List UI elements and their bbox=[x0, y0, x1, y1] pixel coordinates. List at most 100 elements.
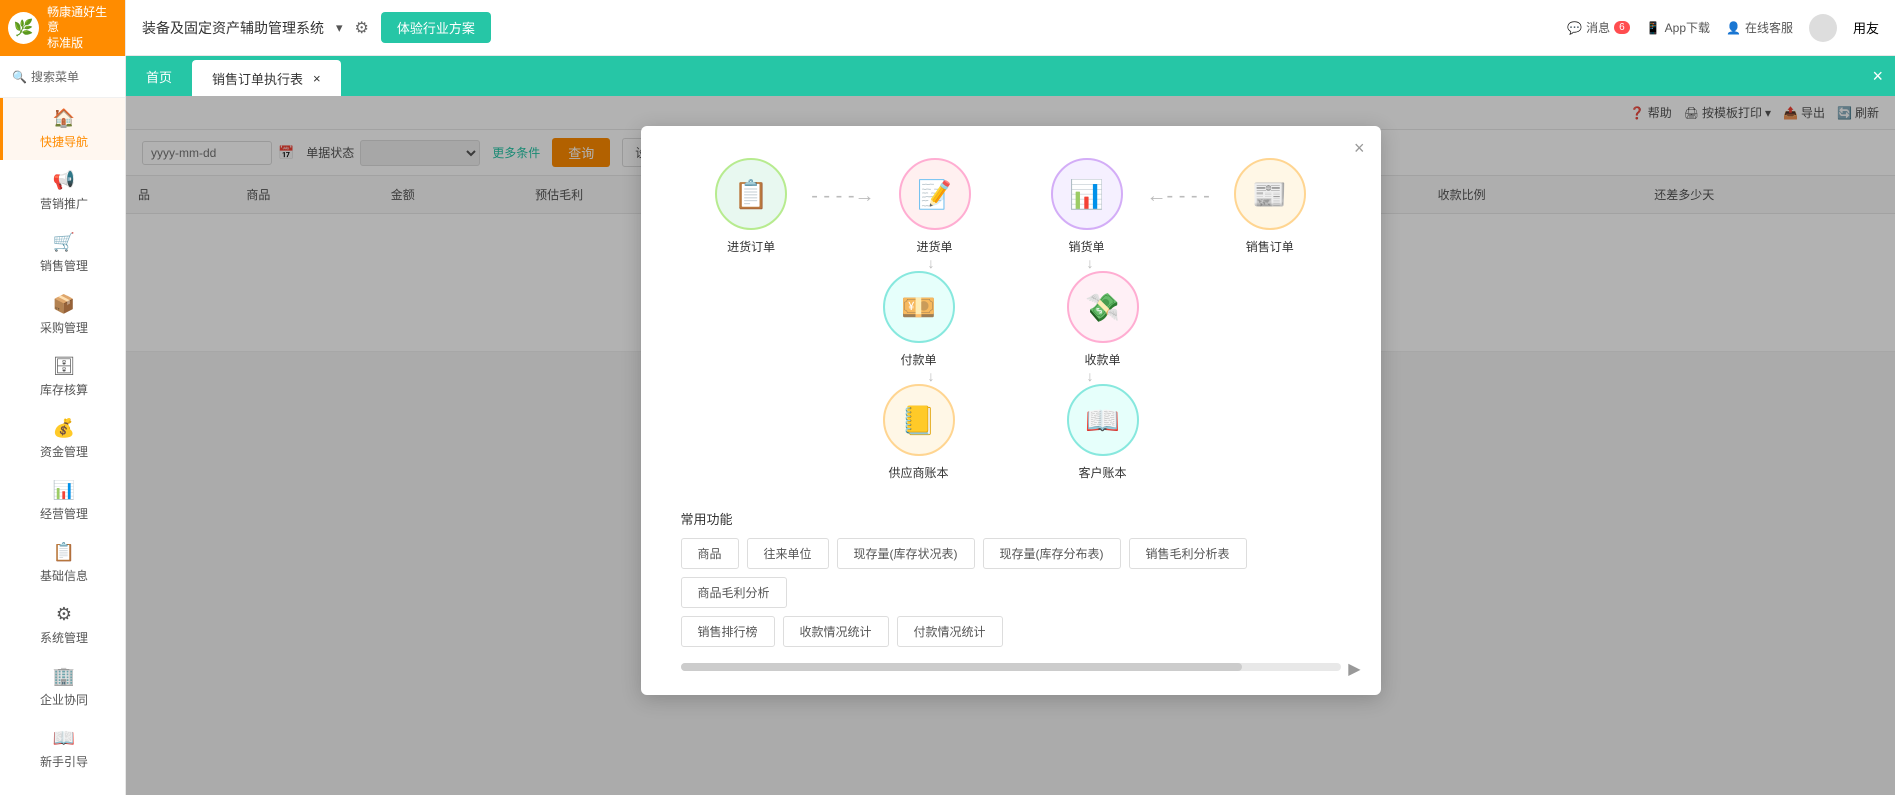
sidebar-item-sales[interactable]: 🛒 销售管理 bbox=[0, 222, 125, 284]
flow-node-customer-ledger: 📖 客户账本 bbox=[1067, 384, 1139, 481]
payment-label: 付款单 bbox=[900, 351, 936, 368]
flow-node-purchase-bill: 📝 进货单 bbox=[899, 158, 971, 255]
tabbar: 首页 销售订单执行表 × × bbox=[126, 56, 1895, 96]
flow-node-receipt: 💸 收款单 bbox=[1067, 271, 1139, 368]
settings-icon[interactable]: ⚙ bbox=[355, 18, 369, 38]
message-button[interactable]: 💬 消息 6 bbox=[1567, 19, 1630, 36]
arrow-v-customer: ↓ bbox=[1087, 368, 1094, 384]
logo-icon: 🌿 bbox=[8, 12, 39, 44]
payment-icon: 💴 bbox=[883, 271, 955, 343]
sidebar-item-operations[interactable]: 📊 经营管理 bbox=[0, 470, 125, 532]
sidebar-nav: 🏠 快捷导航 📢 营销推广 🛒 销售管理 📦 采购管理 🗄 库存核算 💰 bbox=[0, 98, 125, 795]
system-icon: ⚙ bbox=[56, 604, 72, 625]
main-content: 装备及固定资产辅助管理系统 ▾ ⚙ 体验行业方案 💬 消息 6 📱 App下载 … bbox=[126, 0, 1895, 795]
flow-node-purchase-order: 📋 进货订单 bbox=[715, 158, 787, 255]
enterprise-icon: 🏢 bbox=[53, 666, 75, 687]
topbar-actions: 💬 消息 6 📱 App下载 👤 在线客服 用友 bbox=[1567, 14, 1879, 42]
app-download-button[interactable]: 📱 App下载 bbox=[1646, 19, 1710, 36]
arrow-h2: ←- - - - bbox=[1147, 185, 1210, 208]
supplier-ledger-icon: 📒 bbox=[883, 384, 955, 456]
func-btn-payment-stats[interactable]: 付款情况统计 bbox=[897, 616, 1003, 647]
modal-scrollbar[interactable]: ▶ bbox=[681, 663, 1341, 671]
func-btn-sales-gross[interactable]: 销售毛利分析表 bbox=[1129, 538, 1247, 569]
logo-text: 畅康通好生意 标准版 bbox=[47, 5, 117, 52]
func-btn-sales-rank[interactable]: 销售排行榜 bbox=[681, 616, 775, 647]
user-name: 用友 bbox=[1853, 18, 1879, 37]
page-area: ❓ 帮助 🖨 按模板打印 ▾ 📤 导出 🔄 刷新 bbox=[126, 96, 1895, 795]
tabbar-close-button[interactable]: × bbox=[1860, 66, 1895, 87]
online-service-button[interactable]: 👤 在线客服 bbox=[1726, 19, 1793, 36]
tab-home[interactable]: 首页 bbox=[126, 56, 192, 96]
search-icon: 🔍 bbox=[12, 70, 27, 84]
inventory-icon: 🗄 bbox=[53, 356, 76, 377]
sales-bill-icon: 📊 bbox=[1051, 158, 1123, 230]
func-btn-row-2: 销售排行榜 收款情况统计 付款情况统计 bbox=[681, 616, 1341, 647]
scroll-right-arrow[interactable]: ▶ bbox=[1348, 659, 1360, 679]
arrow-v-supplier: ↓ bbox=[928, 368, 935, 384]
sidebar-item-purchase[interactable]: 📦 采购管理 bbox=[0, 284, 125, 346]
sidebar-item-finance[interactable]: 💰 资金管理 bbox=[0, 408, 125, 470]
user-avatar bbox=[1809, 14, 1837, 42]
receipt-label: 收款单 bbox=[1084, 351, 1120, 368]
basic-info-icon: 📋 bbox=[53, 542, 75, 563]
sidebar-search-area: 🔍 搜索菜单 bbox=[0, 56, 125, 98]
func-btn-receipt-stats[interactable]: 收款情况统计 bbox=[783, 616, 889, 647]
flow-node-supplier-ledger: 📒 供应商账本 bbox=[883, 384, 955, 481]
home-icon: 🏠 bbox=[53, 108, 75, 129]
common-functions-title: 常用功能 bbox=[681, 509, 1341, 528]
newcomer-icon: 📖 bbox=[53, 728, 75, 749]
sidebar: 🌿 畅康通好生意 标准版 🔍 搜索菜单 🏠 快捷导航 📢 营销推广 🛒 bbox=[0, 0, 126, 795]
func-btn-stock-status[interactable]: 现存量(库存状况表) bbox=[837, 538, 975, 569]
flow-node-sales-order: 📰 销售订单 bbox=[1234, 158, 1306, 255]
marketing-icon: 📢 bbox=[53, 170, 75, 191]
system-dropdown[interactable]: ▾ bbox=[336, 20, 343, 36]
func-btn-partners[interactable]: 往来单位 bbox=[747, 538, 829, 569]
supplier-ledger-label: 供应商账本 bbox=[888, 464, 948, 481]
sidebar-item-system[interactable]: ⚙ 系统管理 bbox=[0, 594, 125, 656]
modal-overlay: × 📋 进货订单 - - - -→ bbox=[126, 96, 1895, 795]
customer-ledger-label: 客户账本 bbox=[1078, 464, 1126, 481]
service-icon: 👤 bbox=[1726, 21, 1741, 35]
operations-icon: 📊 bbox=[53, 480, 75, 501]
purchase-bill-label: 进货单 bbox=[916, 238, 952, 255]
func-btn-row-1: 商品 往来单位 现存量(库存状况表) 现存量(库存分布表) 销售毛利分析表 商品… bbox=[681, 538, 1341, 608]
customer-ledger-icon: 📖 bbox=[1067, 384, 1139, 456]
sales-icon: 🛒 bbox=[53, 232, 75, 253]
tab-close-icon[interactable]: × bbox=[313, 71, 321, 86]
sidebar-item-inventory[interactable]: 🗄 库存核算 bbox=[0, 346, 125, 408]
flow-node-sales-bill: 📊 销货单 bbox=[1051, 158, 1123, 255]
system-title: 装备及固定资产辅助管理系统 bbox=[142, 18, 324, 38]
modal-close-button[interactable]: × bbox=[1354, 138, 1365, 159]
finance-icon: 💰 bbox=[53, 418, 75, 439]
sidebar-item-enterprise[interactable]: 🏢 企业协同 bbox=[0, 656, 125, 718]
purchase-icon: 📦 bbox=[53, 294, 75, 315]
flow-node-payment: 💴 付款单 bbox=[883, 271, 955, 368]
arrow-v-payment: ↓ bbox=[928, 255, 935, 271]
message-badge: 6 bbox=[1614, 21, 1630, 34]
modal-dialog: × 📋 进货订单 - - - -→ bbox=[641, 126, 1381, 695]
try-button[interactable]: 体验行业方案 bbox=[381, 12, 491, 43]
download-icon: 📱 bbox=[1646, 21, 1661, 35]
message-icon: 💬 bbox=[1567, 21, 1582, 35]
sales-bill-label: 销货单 bbox=[1068, 238, 1104, 255]
purchase-order-label: 进货订单 bbox=[727, 238, 775, 255]
arrow-v-receipt: ↓ bbox=[1087, 255, 1094, 271]
topbar: 装备及固定资产辅助管理系统 ▾ ⚙ 体验行业方案 💬 消息 6 📱 App下载 … bbox=[126, 0, 1895, 56]
receipt-icon: 💸 bbox=[1067, 271, 1139, 343]
sidebar-item-marketing[interactable]: 📢 营销推广 bbox=[0, 160, 125, 222]
search-menu-button[interactable]: 🔍 搜索菜单 bbox=[8, 64, 117, 89]
tab-sales-order[interactable]: 销售订单执行表 × bbox=[192, 60, 341, 96]
sidebar-item-quick-nav[interactable]: 🏠 快捷导航 bbox=[0, 98, 125, 160]
sales-order-label: 销售订单 bbox=[1246, 238, 1294, 255]
chevron-down-icon: ▾ bbox=[336, 20, 343, 36]
common-functions: 常用功能 商品 往来单位 现存量(库存状况表) 现存量(库存分布表) 销售毛利分… bbox=[681, 509, 1341, 647]
sidebar-logo: 🌿 畅康通好生意 标准版 bbox=[0, 0, 125, 56]
purchase-bill-icon: 📝 bbox=[899, 158, 971, 230]
scrollbar-thumb bbox=[681, 663, 1242, 671]
func-btn-goods-gross[interactable]: 商品毛利分析 bbox=[681, 577, 787, 608]
sidebar-item-basic-info[interactable]: 📋 基础信息 bbox=[0, 532, 125, 594]
purchase-order-icon: 📋 bbox=[715, 158, 787, 230]
sidebar-item-newcomer[interactable]: 📖 新手引导 bbox=[0, 718, 125, 780]
func-btn-goods[interactable]: 商品 bbox=[681, 538, 739, 569]
func-btn-stock-dist[interactable]: 现存量(库存分布表) bbox=[983, 538, 1121, 569]
